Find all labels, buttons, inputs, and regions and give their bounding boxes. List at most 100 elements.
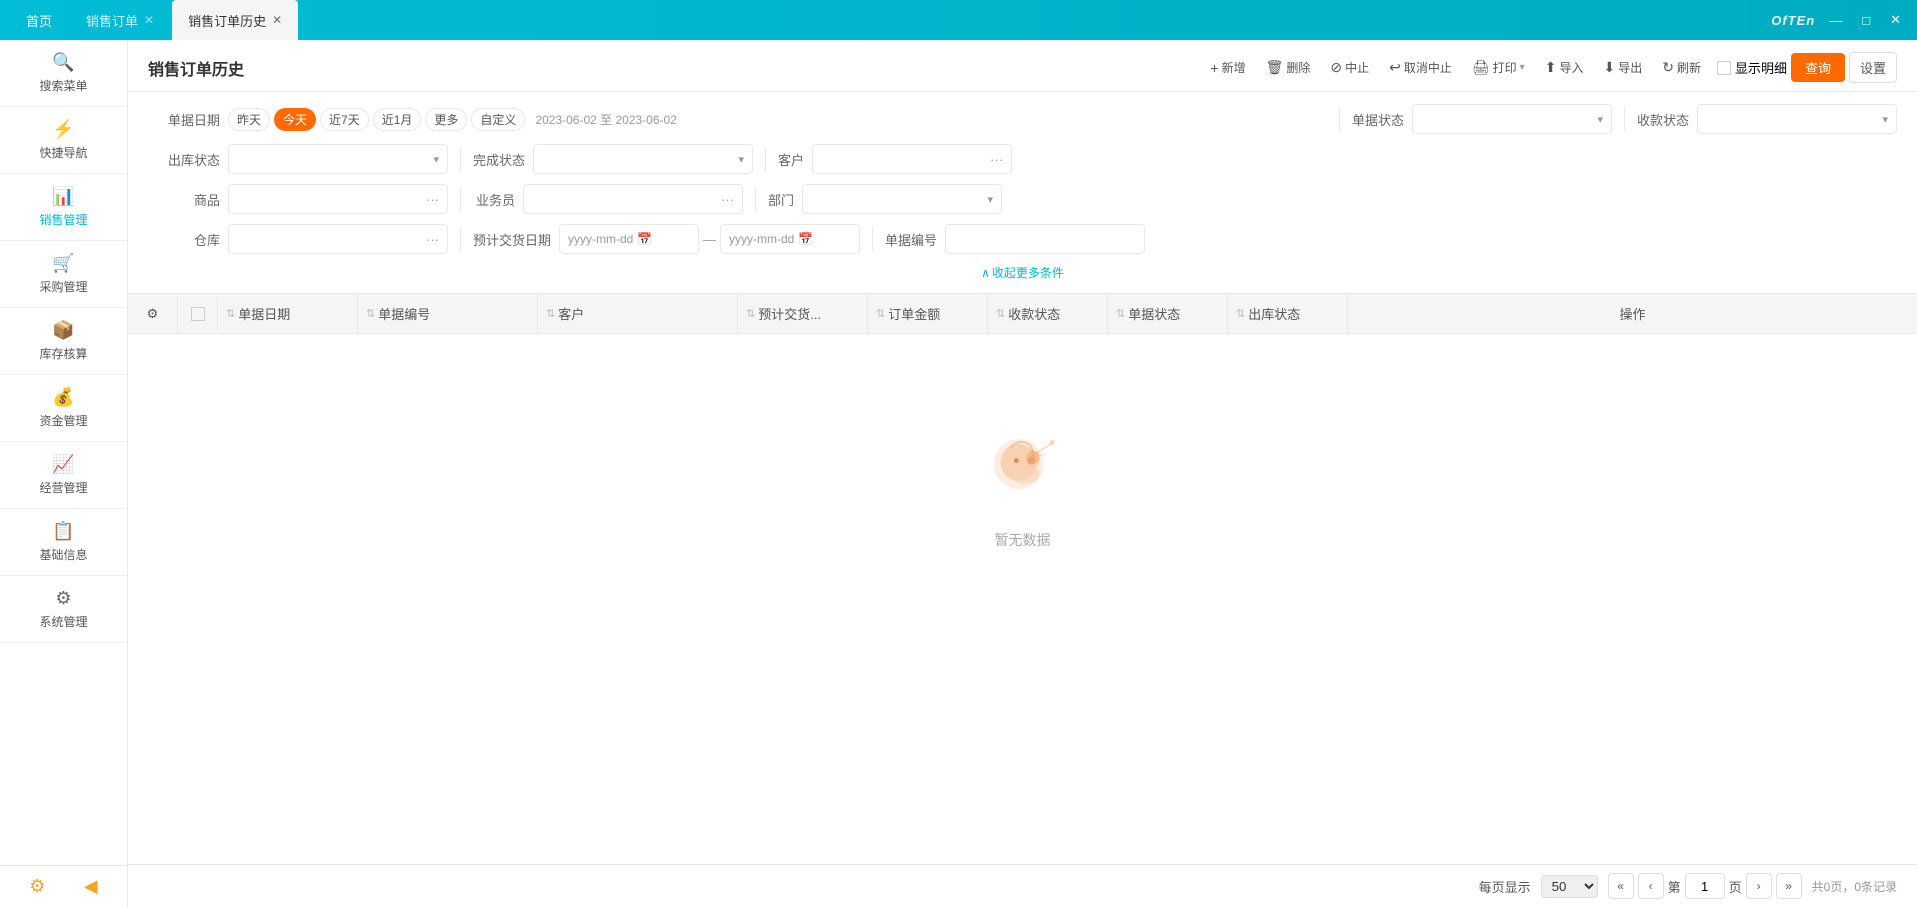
date-filter-group: 昨天 今天 近7天 近1月 更多 自定义 2023-06-02 至 2023-0… <box>228 108 1327 131</box>
warehouse-ellipsis[interactable]: ··· <box>426 232 439 247</box>
display-toggle-group: 显示明细 <box>1717 58 1787 77</box>
page-size-select[interactable]: 50 10 20 100 <box>1541 875 1598 898</box>
divider-2 <box>1624 107 1625 131</box>
cancel-stop-button[interactable]: ↩ 取消中止 <box>1381 55 1460 80</box>
print-arrow: ▾ <box>1520 62 1525 73</box>
date-btn-today[interactable]: 今天 <box>274 108 316 131</box>
th-delivery[interactable]: ⇅ 预计交货... <box>738 294 868 333</box>
salesperson-ellipsis[interactable]: ··· <box>721 192 734 207</box>
last-page-btn[interactable]: » <box>1776 873 1802 899</box>
delete-button[interactable]: 🗑 删除 <box>1258 55 1319 80</box>
expected-date-end[interactable]: yyyy-mm-dd 📅 <box>720 224 860 254</box>
collapse-btn[interactable]: ∧ 收起更多条件 <box>981 264 1064 281</box>
tab-sales-history[interactable]: 销售订单历史 ✕ <box>172 0 298 40</box>
refresh-button[interactable]: ↻ 刷新 <box>1654 55 1709 80</box>
date-btn-7days[interactable]: 近7天 <box>320 108 369 131</box>
divider-3 <box>460 147 461 171</box>
sidebar-item-quicknav[interactable]: ⚡ 快捷导航 <box>0 107 127 174</box>
tab-sales-history-close[interactable]: ✕ <box>272 13 282 27</box>
warehouse-input[interactable]: ··· <box>228 224 448 254</box>
sidebar-item-basic[interactable]: 📋 基础信息 <box>0 509 127 576</box>
docnum-input[interactable] <box>945 224 1145 254</box>
th-check[interactable] <box>178 297 218 331</box>
sidebar-item-finance[interactable]: 💰 资金管理 <box>0 375 127 442</box>
tab-sales-order[interactable]: 销售订单 ✕ <box>70 0 170 40</box>
settings-bottom-icon[interactable]: ⚙ <box>29 876 45 897</box>
date-btn-1month[interactable]: 近1月 <box>373 108 422 131</box>
basic-icon: 📋 <box>52 521 74 542</box>
th-out-label: 出库状态 <box>1248 304 1300 323</box>
maximize-btn[interactable]: □ <box>1856 13 1876 28</box>
sidebar-item-sales[interactable]: 📊 销售管理 <box>0 174 127 241</box>
th-pay-status[interactable]: ⇅ 收款状态 <box>988 294 1108 333</box>
out-status-select[interactable]: ▾ <box>228 144 448 174</box>
query-button[interactable]: 查询 <box>1791 53 1845 82</box>
header-checkbox[interactable] <box>191 307 205 321</box>
out-status-label: 出库状态 <box>148 150 228 169</box>
th-order-status[interactable]: ⇅ 单据状态 <box>1108 294 1228 333</box>
order-status-select[interactable]: ▾ <box>1412 104 1612 134</box>
date-label: 单据日期 <box>148 110 228 129</box>
sidebar-item-inventory[interactable]: 📦 库存核算 <box>0 308 127 375</box>
settings-label: 设置 <box>1860 58 1886 77</box>
delete-label: 删除 <box>1286 59 1310 76</box>
customer-input[interactable]: ··· <box>812 144 1012 174</box>
delete-icon: 🗑 <box>1266 59 1284 76</box>
prev-page-btn[interactable]: ‹ <box>1638 873 1664 899</box>
calendar-start-icon: 📅 <box>637 232 652 246</box>
sort-amount-icon: ⇅ <box>876 307 885 320</box>
date-btn-yesterday[interactable]: 昨天 <box>228 108 270 131</box>
page-number-input[interactable] <box>1685 873 1725 899</box>
close-btn[interactable]: ✕ <box>1884 12 1907 28</box>
expected-date-start[interactable]: yyyy-mm-dd 📅 <box>559 224 699 254</box>
payment-status-label: 收款状态 <box>1637 110 1697 129</box>
print-button[interactable]: 🖨 打印 ▾ <box>1464 55 1533 80</box>
inventory-icon: 📦 <box>52 320 74 341</box>
goods-ellipsis[interactable]: ··· <box>426 192 439 207</box>
sidebar-basic-label: 基础信息 <box>39 546 87 563</box>
gear-icon: ⚙ <box>147 306 159 322</box>
next-page-btn[interactable]: › <box>1746 873 1772 899</box>
salesperson-input[interactable]: ··· <box>523 184 743 214</box>
import-button[interactable]: ⬆ 导入 <box>1537 55 1592 80</box>
dept-select[interactable]: ▾ <box>802 184 1002 214</box>
first-page-btn[interactable]: « <box>1608 873 1634 899</box>
payment-status-select[interactable]: ▾ <box>1697 104 1897 134</box>
goods-label: 商品 <box>148 190 228 209</box>
tab-home[interactable]: 首页 <box>10 0 68 40</box>
collapse-sidebar-icon[interactable]: ◀ <box>84 876 98 897</box>
display-toggle-label: 显示明细 <box>1735 58 1787 77</box>
display-toggle-checkbox[interactable] <box>1717 61 1731 75</box>
tab-home-label: 首页 <box>26 11 52 30</box>
sidebar-item-system[interactable]: ⚙ 系统管理 <box>0 576 127 643</box>
date-btn-custom[interactable]: 自定义 <box>471 108 525 131</box>
calendar-end-icon: 📅 <box>798 232 813 246</box>
sidebar-item-purchase[interactable]: 🛒 采购管理 <box>0 241 127 308</box>
dept-arrow: ▾ <box>987 193 993 206</box>
th-settings[interactable]: ⚙ <box>128 296 178 332</box>
th-amount[interactable]: ⇅ 订单金额 <box>868 294 988 333</box>
goods-input[interactable]: ··· <box>228 184 448 214</box>
th-customer[interactable]: ⇅ 客户 <box>538 294 738 333</box>
search-menu-icon: 🔍 <box>52 52 74 73</box>
date-btn-more[interactable]: 更多 <box>425 108 467 131</box>
th-out-status[interactable]: ⇅ 出库状态 <box>1228 294 1348 333</box>
main-layout: 🔍 搜索菜单 ⚡ 快捷导航 📊 销售管理 🛒 采购管理 📦 库存核算 💰 资金管… <box>0 40 1917 907</box>
th-date[interactable]: ⇅ 单据日期 <box>218 294 358 333</box>
add-button[interactable]: + 新增 <box>1202 55 1253 80</box>
sidebar-item-search[interactable]: 🔍 搜索菜单 <box>0 40 127 107</box>
customer-ellipsis[interactable]: ··· <box>990 152 1003 167</box>
sidebar-item-operations[interactable]: 📈 经营管理 <box>0 442 127 509</box>
export-button[interactable]: ⬇ 导出 <box>1595 55 1650 80</box>
empty-state: 暂无数据 <box>128 334 1917 630</box>
stop-button[interactable]: ⊘ 中止 <box>1322 55 1377 80</box>
sort-order-icon: ⇅ <box>1116 307 1125 320</box>
filter-row-1: 单据日期 昨天 今天 近7天 近1月 更多 自定义 2023-06-02 至 2… <box>148 104 1897 134</box>
add-icon: + <box>1210 60 1218 76</box>
tab-sales-order-close[interactable]: ✕ <box>144 13 154 27</box>
th-num[interactable]: ⇅ 单据编号 <box>358 294 538 333</box>
minimize-btn[interactable]: — <box>1823 13 1848 28</box>
complete-status-select[interactable]: ▾ <box>533 144 753 174</box>
empty-illustration <box>973 414 1073 514</box>
settings-button[interactable]: 设置 <box>1849 52 1897 83</box>
